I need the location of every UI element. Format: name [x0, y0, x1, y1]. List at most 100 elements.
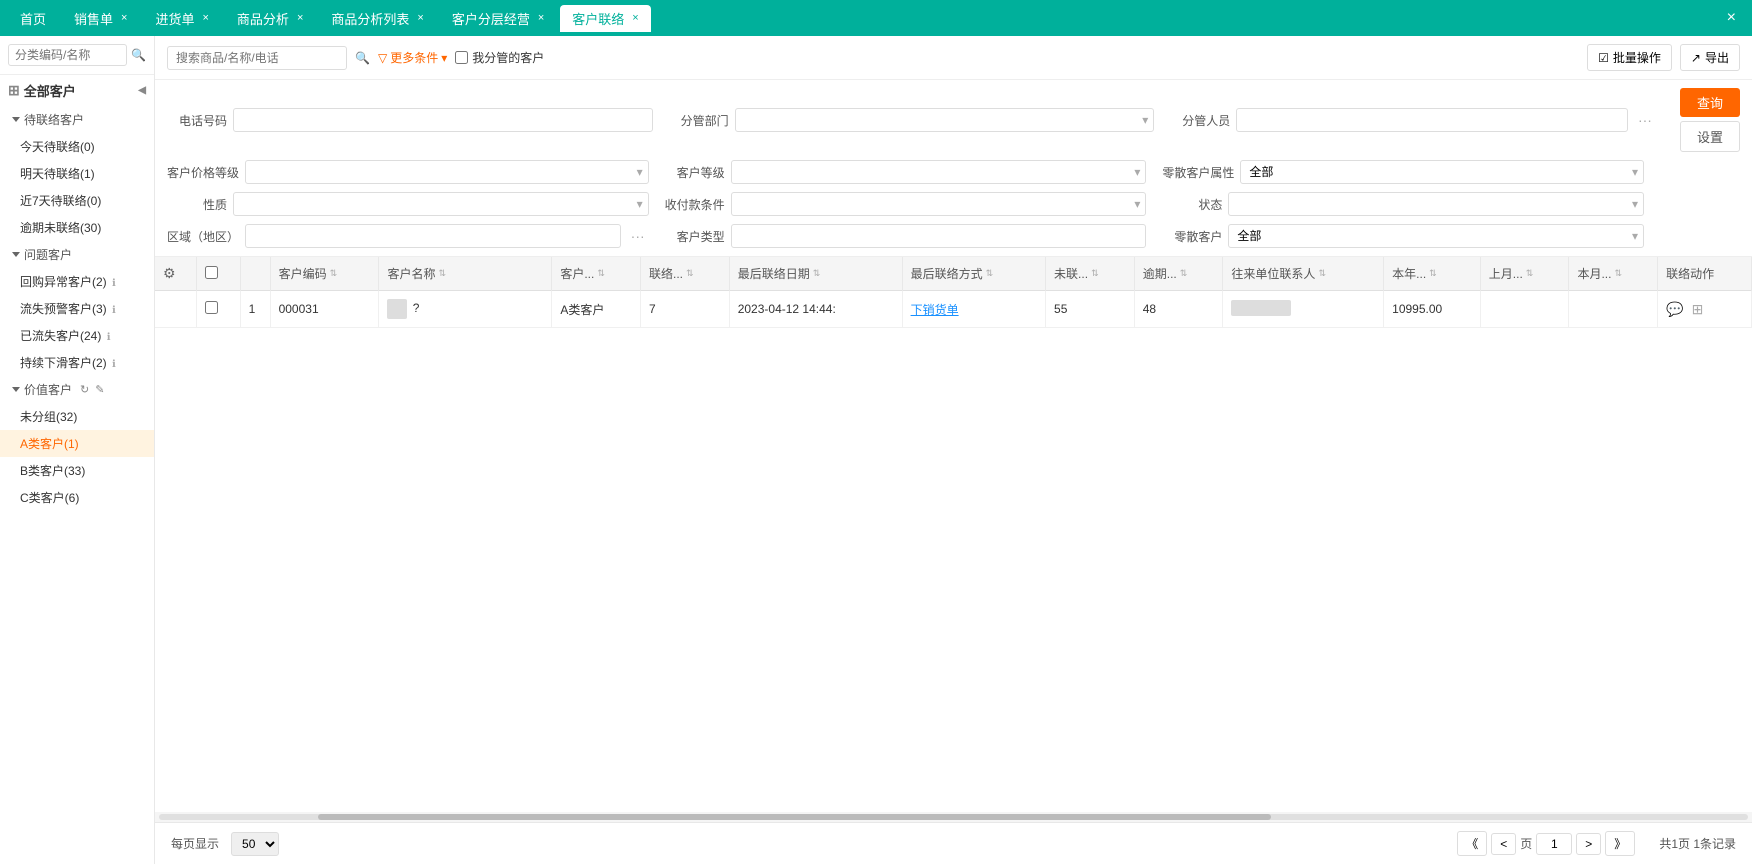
sort-this-month-icon[interactable]: ⇅ [1614, 268, 1622, 279]
pending-contacts-group[interactable]: 待联络客户 [0, 106, 154, 133]
query-button[interactable]: 查询 [1680, 88, 1740, 117]
chat-action-icon[interactable]: 💬 [1666, 301, 1683, 318]
nav-tab-analysis-list[interactable]: 商品分析列表 × [319, 5, 435, 32]
close-analysis-tab-icon[interactable]: × [297, 12, 303, 24]
scrollbar-thumb[interactable] [318, 814, 1271, 820]
refresh-value-icon[interactable]: ↻ [80, 383, 89, 396]
th-last-method[interactable]: 最后联络方式 ⇅ [902, 257, 1045, 291]
payment-select[interactable] [731, 192, 1147, 216]
nav-tab-customer-contact[interactable]: 客户联络 × [560, 5, 650, 32]
sort-contact-icon[interactable]: ⇅ [686, 268, 694, 279]
th-contact[interactable]: 联络... ⇅ [641, 257, 730, 291]
last-page-button[interactable]: 》 [1605, 831, 1635, 856]
sidebar-item-overdue-pending[interactable]: 逾期未联络(30) [0, 214, 154, 241]
next-page-button[interactable]: > [1576, 833, 1601, 855]
more-conditions-button[interactable]: ▽ 更多条件 ▾ [378, 49, 447, 66]
sidebar-item-7day-pending[interactable]: 近7天待联络(0) [0, 187, 154, 214]
page-number-input[interactable] [1536, 833, 1572, 855]
search-icon[interactable]: 🔍 [355, 51, 370, 65]
my-customers-checkbox-label[interactable]: 我分管的客户 [455, 49, 544, 66]
per-page-select[interactable]: 50 [231, 832, 279, 856]
sidebar-item-lost[interactable]: 已流失客户(24) ℹ [0, 322, 154, 349]
sort-type-icon[interactable]: ⇅ [597, 268, 605, 279]
nav-tab-sales[interactable]: 销售单 × [62, 5, 139, 32]
gear-settings-icon[interactable]: ⚙ [163, 265, 176, 281]
my-customers-checkbox[interactable] [455, 51, 468, 64]
nav-tab-purchase[interactable]: 进货单 × [143, 5, 220, 32]
sidebar-item-ungrouped[interactable]: 未分组(32) [0, 403, 154, 430]
th-code[interactable]: 客户编码 ⇅ [270, 257, 379, 291]
all-customers-header[interactable]: ⊞ 全部客户 ◀ [0, 75, 154, 106]
th-uncontacted[interactable]: 未联... ⇅ [1046, 257, 1135, 291]
sort-last-date-icon[interactable]: ⇅ [813, 268, 821, 279]
sidebar-search-input[interactable] [8, 44, 127, 66]
export-icon: ↗ [1691, 51, 1701, 65]
sidebar-item-c-class[interactable]: C类客户(6) [0, 484, 154, 511]
close-purchase-tab-icon[interactable]: × [202, 12, 208, 24]
person-dots-button[interactable]: ··· [1634, 110, 1656, 130]
sidebar-item-today-pending[interactable]: 今天待联络(0) [0, 133, 154, 160]
customer-level-select[interactable] [731, 160, 1147, 184]
action-icons-group: 💬 ⊞ [1666, 301, 1743, 318]
settings-button[interactable]: 设置 [1680, 121, 1740, 152]
batch-operation-button[interactable]: ☑ 批量操作 [1587, 44, 1672, 71]
horizontal-scrollbar[interactable] [155, 812, 1752, 822]
search-input[interactable] [167, 46, 347, 70]
close-analysis-list-tab-icon[interactable]: × [417, 12, 423, 24]
nature-select[interactable] [233, 192, 649, 216]
th-this-month[interactable]: 本月... ⇅ [1569, 257, 1658, 291]
sort-company-contact-icon[interactable]: ⇅ [1318, 268, 1326, 279]
sidebar-item-declining[interactable]: 持续下滑客户(2) ℹ [0, 349, 154, 376]
collapse-sidebar-icon[interactable]: ◀ [138, 85, 146, 96]
prev-page-button[interactable]: < [1491, 833, 1516, 855]
sort-name-icon[interactable]: ⇅ [438, 268, 446, 279]
th-company-contact[interactable]: 往来单位联系人 ⇅ [1223, 257, 1384, 291]
export-button[interactable]: ↗ 导出 [1680, 44, 1740, 71]
dept-select[interactable] [735, 108, 1155, 132]
sidebar-item-loss-warning[interactable]: 流失预警客户(3) ℹ [0, 295, 154, 322]
sidebar-item-b-class[interactable]: B类客户(33) [0, 457, 154, 484]
window-close-button[interactable]: × [1719, 5, 1744, 31]
close-customer-segment-tab-icon[interactable]: × [538, 12, 544, 24]
row-checkbox[interactable] [205, 301, 218, 314]
close-sales-tab-icon[interactable]: × [121, 12, 127, 24]
grid-action-icon[interactable]: ⊞ [1692, 301, 1704, 318]
retail-customer-select[interactable]: 全部 [1228, 224, 1644, 248]
sidebar-item-tomorrow-pending[interactable]: 明天待联络(1) [0, 160, 154, 187]
last-method-link[interactable]: 下销货单 [911, 303, 959, 317]
sort-this-year-icon[interactable]: ⇅ [1429, 268, 1437, 279]
select-all-checkbox[interactable] [205, 266, 218, 279]
sidebar-item-repurchase-abnormal[interactable]: 回购异常客户(2) ℹ [0, 268, 154, 295]
sort-uncontacted-icon[interactable]: ⇅ [1091, 268, 1099, 279]
th-name[interactable]: 客户名称 ⇅ [379, 257, 552, 291]
value-customers-group[interactable]: 价值客户 ↻ ✎ [0, 376, 154, 403]
sort-code-icon[interactable]: ⇅ [330, 268, 338, 279]
th-type[interactable]: 客户... ⇅ [552, 257, 641, 291]
nav-tab-customer-segment[interactable]: 客户分层经营 × [440, 5, 556, 32]
customer-table: ⚙ 客户编码 ⇅ [155, 257, 1752, 328]
retail-attr-select[interactable]: 全部 [1240, 160, 1644, 184]
edit-value-icon[interactable]: ✎ [95, 383, 104, 396]
problem-customers-group[interactable]: 问题客户 [0, 241, 154, 268]
th-this-year[interactable]: 本年... ⇅ [1384, 257, 1481, 291]
sidebar-search-icon[interactable]: 🔍 [131, 48, 146, 62]
th-last-date[interactable]: 最后联络日期 ⇅ [729, 257, 902, 291]
price-level-select[interactable] [245, 160, 649, 184]
sidebar-item-a-class[interactable]: A类客户(1) [0, 430, 154, 457]
th-type-label: 客户... [560, 265, 594, 282]
first-page-button[interactable]: 《 [1457, 831, 1487, 856]
close-customer-contact-tab-icon[interactable]: × [632, 12, 638, 24]
th-overdue[interactable]: 逾期... ⇅ [1134, 257, 1223, 291]
region-input[interactable] [245, 224, 621, 248]
region-dots-button[interactable]: ··· [627, 226, 649, 246]
status-select[interactable] [1228, 192, 1644, 216]
sort-last-method-icon[interactable]: ⇅ [986, 268, 994, 279]
sort-overdue-icon[interactable]: ⇅ [1180, 268, 1188, 279]
sort-last-month-icon[interactable]: ⇅ [1526, 268, 1534, 279]
phone-input[interactable] [233, 108, 653, 132]
nav-tab-analysis[interactable]: 商品分析 × [225, 5, 315, 32]
th-last-month[interactable]: 上月... ⇅ [1480, 257, 1569, 291]
customer-type-input[interactable] [731, 224, 1147, 248]
nav-home-tab[interactable]: 首页 [8, 5, 58, 32]
person-input[interactable] [1236, 108, 1628, 132]
